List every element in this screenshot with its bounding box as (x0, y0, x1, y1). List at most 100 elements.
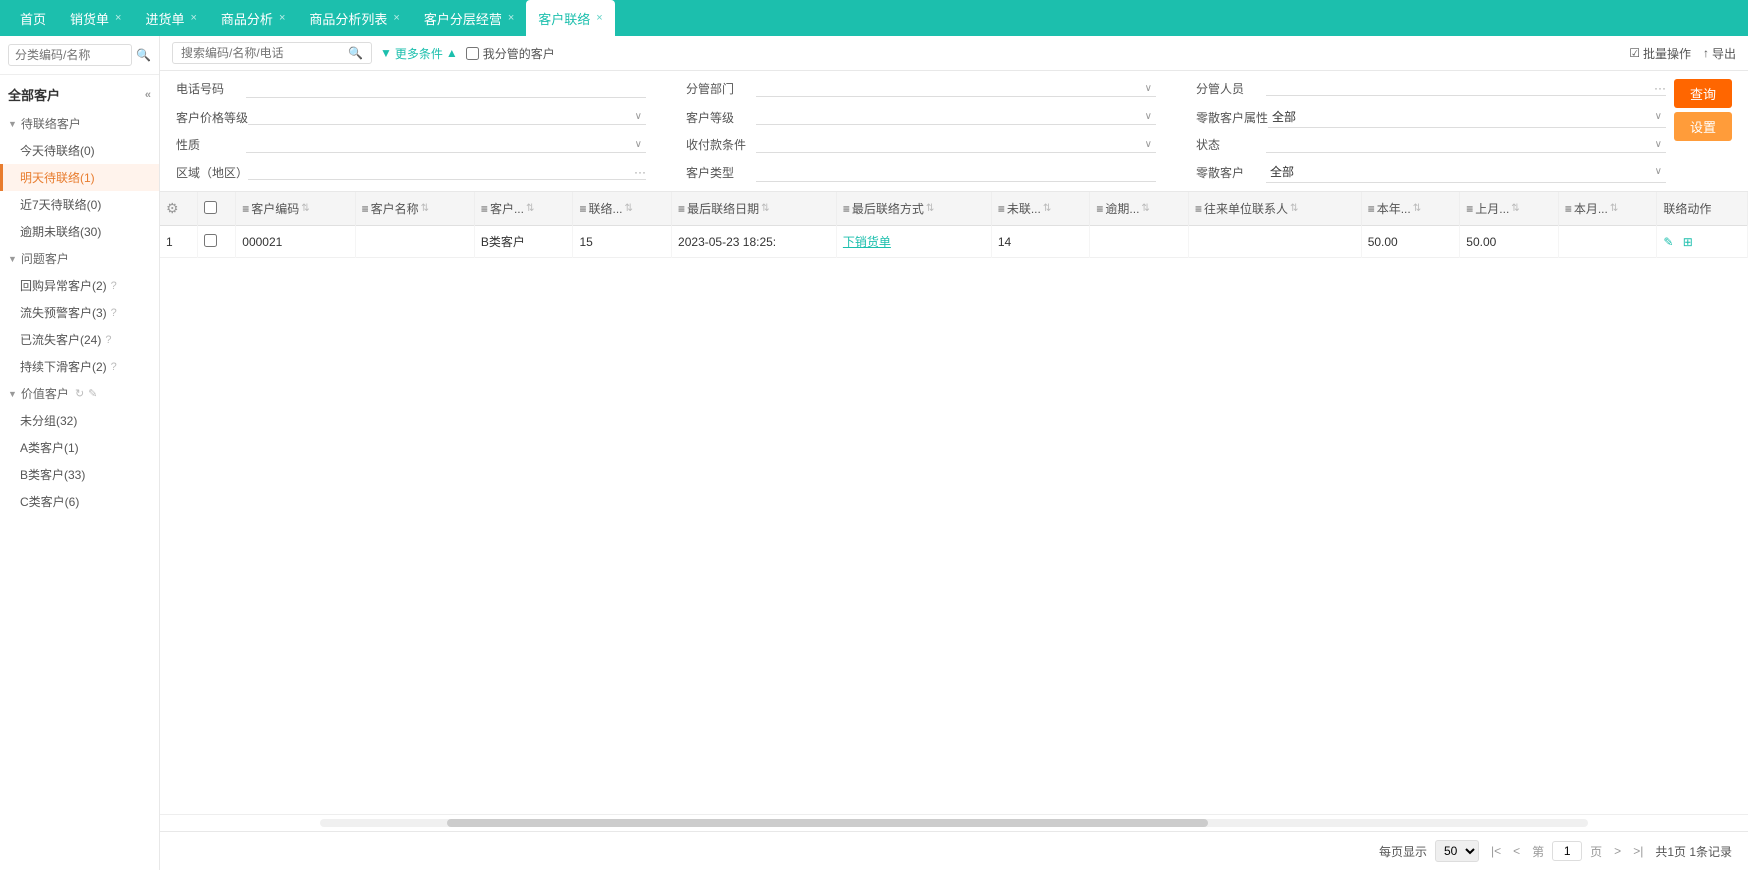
close-purchase-order-icon[interactable]: × (190, 12, 196, 24)
settings-button[interactable]: 设置 (1674, 112, 1732, 141)
chevron-down-icon: ∨ (635, 111, 642, 122)
th-name[interactable]: ≡ 客户名称 ⇅ (355, 192, 474, 226)
per-page-select[interactable]: 50 (1435, 840, 1479, 862)
sidebar-item-7days[interactable]: 近7天待联络(0) (0, 191, 159, 218)
batch-ops-button[interactable]: ☑ 批量操作 (1629, 45, 1691, 62)
customer-level-select[interactable]: ∨ (756, 109, 1156, 125)
retail-customer-select[interactable]: 全部 ∨ (1266, 161, 1666, 183)
sidebar-item-overdue[interactable]: 逾期未联络(30) (0, 218, 159, 245)
close-customer-contact-icon[interactable]: × (596, 12, 602, 24)
main-search-input[interactable] (181, 46, 348, 60)
region-more-btn[interactable]: ··· (634, 165, 646, 179)
chevron-up-icon: ▲ (446, 46, 458, 60)
filter-customer-level: 客户等级 ∨ (686, 109, 1156, 126)
nature-select[interactable]: ∨ (246, 137, 646, 153)
sort-icon: ⇅ (421, 203, 429, 214)
payment-terms-select[interactable]: ∨ (756, 137, 1156, 153)
nav-product-analysis-list[interactable]: 商品分析列表 × (297, 0, 411, 36)
first-page-btn[interactable]: |< (1487, 842, 1505, 860)
data-table-area: ⚙ ≡ 客户编码 ⇅ ≡ 客户名称 ⇅ ≡ 客户... ⇅ ≡ 联络... ⇅ (160, 192, 1748, 814)
td-last-method[interactable]: 下销货单 (836, 226, 991, 258)
sort-icon: ⇅ (301, 203, 309, 214)
sort-icon: ⇅ (1290, 203, 1298, 214)
th-checkbox[interactable] (197, 192, 236, 226)
query-button[interactable]: 查询 (1674, 79, 1732, 108)
refresh-icon[interactable]: ↻ (75, 387, 84, 400)
th-this-month[interactable]: ≡ 本月... ⇅ (1558, 192, 1657, 226)
my-customer-checkbox[interactable]: 我分管的客户 (466, 45, 555, 62)
edit-action-icon[interactable]: ✎ (1663, 235, 1673, 249)
edit-icon[interactable]: ✎ (88, 387, 97, 400)
sidebar-search-input[interactable] (8, 44, 132, 66)
next-page-btn[interactable]: > (1610, 842, 1625, 860)
search-box: 🔍 (172, 42, 372, 64)
th-gear[interactable]: ⚙ (160, 192, 197, 226)
sidebar-item-churn-warning[interactable]: 流失预警客户(3)? (0, 299, 159, 326)
last-page-btn[interactable]: >| (1629, 842, 1647, 860)
td-checkbox[interactable] (197, 226, 236, 258)
sidebar-search-icon[interactable]: 🔍 (136, 48, 151, 62)
th-last-month[interactable]: ≡ 上月... ⇅ (1460, 192, 1559, 226)
sidebar-item-ungrouped[interactable]: 未分组(32) (0, 407, 159, 434)
close-product-analysis-icon[interactable]: × (279, 12, 285, 24)
filter-retail-customer: 零散客户 全部 ∨ (1196, 161, 1666, 183)
th-this-year[interactable]: ≡ 本年... ⇅ (1361, 192, 1460, 226)
export-button[interactable]: ↑ 导出 (1703, 45, 1736, 62)
th-code[interactable]: ≡ 客户编码 ⇅ (236, 192, 355, 226)
sidebar-item-declining[interactable]: 持续下滑客户(2)? (0, 353, 159, 380)
more-filter-button[interactable]: ▼ 更多条件 ▲ (380, 45, 458, 62)
top-navigation: 首页 销货单 × 进货单 × 商品分析 × 商品分析列表 × 客户分层经营 × … (0, 0, 1748, 36)
sidebar-item-class-b[interactable]: B类客户(33) (0, 461, 159, 488)
dept-select[interactable]: ∨ (756, 81, 1156, 97)
sidebar-item-class-a[interactable]: A类客户(1) (0, 434, 159, 461)
phone-input[interactable] (246, 79, 646, 98)
close-customer-segmentation-icon[interactable]: × (508, 12, 514, 24)
my-customer-check[interactable] (466, 47, 479, 60)
person-more-btn[interactable]: ··· (1654, 81, 1666, 95)
th-last-method[interactable]: ≡ 最后联络方式 ⇅ (836, 192, 991, 226)
sidebar-section-pending[interactable]: 待联络客户 (0, 110, 159, 137)
price-level-select[interactable]: ∨ (248, 109, 646, 125)
select-all-checkbox[interactable] (204, 201, 217, 214)
sidebar-section-value[interactable]: 价值客户 ↻ ✎ (0, 380, 159, 407)
sidebar-all-customers[interactable]: 全部客户 « (0, 79, 159, 110)
nav-customer-segmentation[interactable]: 客户分层经营 × (412, 0, 526, 36)
sidebar-item-abnormal-repurchase[interactable]: 回购异常客户(2)? (0, 272, 159, 299)
page-number-input[interactable] (1552, 841, 1582, 861)
filter-row-4: 区域（地区） ··· 客户类型 零散客户 (176, 161, 1666, 183)
sidebar-item-churned[interactable]: 已流失客户(24)? (0, 326, 159, 353)
main-search-icon[interactable]: 🔍 (348, 46, 363, 60)
td-name[interactable]: 客户名称 (355, 226, 474, 258)
th-type[interactable]: ≡ 客户... ⇅ (474, 192, 573, 226)
chevron-down-icon: ∨ (1145, 111, 1152, 122)
nav-home[interactable]: 首页 (8, 0, 58, 36)
last-method-link[interactable]: 下销货单 (843, 235, 891, 249)
grid-action-icon[interactable]: ⊞ (1683, 235, 1693, 249)
th-overdue[interactable]: ≡ 逾期... ⇅ (1090, 192, 1189, 226)
sidebar-item-class-c[interactable]: C类客户(6) (0, 488, 159, 515)
filter-person: 分管人员 ··· (1196, 80, 1666, 97)
sidebar-item-today[interactable]: 今天待联络(0) (0, 137, 159, 164)
th-last-date[interactable]: ≡ 最后联络日期 ⇅ (672, 192, 837, 226)
customer-type-input[interactable] (756, 163, 1156, 182)
filter-payment-terms: 收付款条件 ∨ (686, 136, 1156, 153)
retail-attr-select[interactable]: 全部 ∨ (1268, 106, 1666, 128)
th-uncontacted[interactable]: ≡ 未联... ⇅ (991, 192, 1090, 226)
th-unit-contact[interactable]: ≡ 往来单位联系人 ⇅ (1188, 192, 1361, 226)
sidebar-section-problem[interactable]: 问题客户 (0, 245, 159, 272)
nav-product-analysis[interactable]: 商品分析 × (209, 0, 297, 36)
nav-purchase-order[interactable]: 进货单 × (133, 0, 208, 36)
nav-customer-contact[interactable]: 客户联络 × (526, 0, 614, 36)
close-sales-order-icon[interactable]: × (115, 12, 121, 24)
th-contacts[interactable]: ≡ 联络... ⇅ (573, 192, 672, 226)
row-checkbox[interactable] (204, 234, 217, 247)
nav-sales-order[interactable]: 销货单 × (58, 0, 133, 36)
prev-page-btn[interactable]: < (1509, 842, 1524, 860)
help-icon: ? (105, 334, 111, 346)
close-product-analysis-list-icon[interactable]: × (393, 12, 399, 24)
table-footer: 每页显示 50 |< < 第 页 > >| 共1页 1条记录 (160, 831, 1748, 870)
gear-icon[interactable]: ⚙ (166, 200, 179, 216)
sidebar-item-tomorrow[interactable]: 明天待联络(1) (0, 164, 159, 191)
status-select[interactable]: ∨ (1266, 137, 1666, 153)
page-label: 第 (1528, 841, 1548, 862)
